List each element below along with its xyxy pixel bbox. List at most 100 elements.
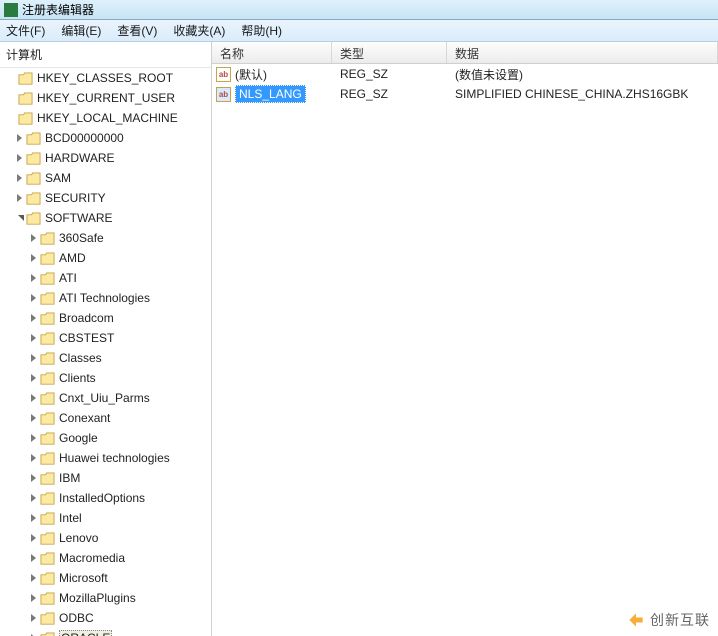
expand-icon[interactable]	[28, 293, 39, 304]
node-label: Macromedia	[59, 551, 125, 565]
node-label: MozillaPlugins	[59, 591, 136, 605]
menu-view[interactable]: 查看(V)	[117, 22, 157, 39]
menu-file[interactable]: 文件(F)	[6, 22, 45, 39]
expand-icon[interactable]	[28, 473, 39, 484]
value-type-cell: REG_SZ	[332, 87, 447, 101]
tree-node[interactable]: Broadcom	[0, 308, 211, 328]
node-label: Lenovo	[59, 531, 98, 545]
expand-icon[interactable]	[14, 153, 25, 164]
expand-icon[interactable]	[28, 493, 39, 504]
list-row[interactable]: ab(默认)REG_SZ(数值未设置)	[212, 64, 718, 84]
tree-node[interactable]: Macromedia	[0, 548, 211, 568]
tree-node[interactable]: SAM	[0, 168, 211, 188]
collapse-icon[interactable]	[14, 213, 25, 224]
folder-icon	[26, 172, 41, 185]
node-label: Cnxt_Uiu_Parms	[59, 391, 150, 405]
menu-favorites[interactable]: 收藏夹(A)	[173, 22, 225, 39]
tree-node[interactable]: Microsoft	[0, 568, 211, 588]
tree-node[interactable]: HARDWARE	[0, 148, 211, 168]
tree-node[interactable]: MozillaPlugins	[0, 588, 211, 608]
tree-node[interactable]: ATI Technologies	[0, 288, 211, 308]
expand-icon[interactable]	[14, 173, 25, 184]
expand-icon[interactable]	[28, 413, 39, 424]
tree-node[interactable]: Conexant	[0, 408, 211, 428]
expand-icon[interactable]	[28, 553, 39, 564]
folder-icon	[40, 352, 55, 365]
app-icon	[4, 3, 18, 17]
title-bar: 注册表编辑器	[0, 0, 718, 20]
folder-icon	[40, 272, 55, 285]
folder-icon	[40, 512, 55, 525]
tree-node[interactable]: ATI	[0, 268, 211, 288]
expand-icon[interactable]	[28, 233, 39, 244]
tree-node[interactable]: ODBC	[0, 608, 211, 628]
tree-node[interactable]: SECURITY	[0, 188, 211, 208]
node-label: Google	[59, 431, 98, 445]
tree-node[interactable]: 360Safe	[0, 228, 211, 248]
expand-icon[interactable]	[28, 353, 39, 364]
tree-node[interactable]: Lenovo	[0, 528, 211, 548]
expand-icon[interactable]	[28, 313, 39, 324]
value-data-cell: (数值未设置)	[447, 66, 718, 83]
window-title: 注册表编辑器	[22, 1, 94, 18]
node-label: SOFTWARE	[45, 211, 113, 225]
node-label: ATI Technologies	[59, 291, 150, 305]
tree-node-hklm[interactable]: HKEY_LOCAL_MACHINE	[0, 108, 211, 128]
tree-node[interactable]: Clients	[0, 368, 211, 388]
tree-node[interactable]: Huawei technologies	[0, 448, 211, 468]
node-label: ODBC	[59, 611, 94, 625]
folder-icon	[40, 592, 55, 605]
list-header: 名称 类型 数据	[212, 42, 718, 64]
tree-node[interactable]: SOFTWARE	[0, 208, 211, 228]
folder-icon	[40, 332, 55, 345]
expand-icon[interactable]	[28, 513, 39, 524]
expand-icon[interactable]	[28, 333, 39, 344]
menu-help[interactable]: 帮助(H)	[241, 22, 282, 39]
list-row[interactable]: abNLS_LANGREG_SZSIMPLIFIED CHINESE_CHINA…	[212, 84, 718, 104]
expand-icon[interactable]	[28, 633, 39, 636]
tree-node-hkcr[interactable]: HKEY_CLASSES_ROOT	[0, 68, 211, 88]
tree-node[interactable]: AMD	[0, 248, 211, 268]
folder-icon	[18, 112, 33, 125]
expand-icon[interactable]	[28, 433, 39, 444]
column-name[interactable]: 名称	[212, 42, 332, 63]
column-type[interactable]: 类型	[332, 42, 447, 63]
expand-icon[interactable]	[28, 373, 39, 384]
expand-icon[interactable]	[28, 453, 39, 464]
expand-icon[interactable]	[28, 533, 39, 544]
expand-icon[interactable]	[28, 273, 39, 284]
node-label: BCD00000000	[45, 131, 124, 145]
tree-node-hkcu[interactable]: HKEY_CURRENT_USER	[0, 88, 211, 108]
folder-icon	[40, 312, 55, 325]
folder-icon	[40, 532, 55, 545]
tree-node[interactable]: Google	[0, 428, 211, 448]
expand-icon[interactable]	[28, 253, 39, 264]
tree-node[interactable]: BCD00000000	[0, 128, 211, 148]
column-data[interactable]: 数据	[447, 42, 718, 63]
folder-icon	[18, 92, 33, 105]
expand-icon[interactable]	[28, 393, 39, 404]
folder-icon	[26, 132, 41, 145]
tree-pane[interactable]: 计算机 HKEY_CLASSES_ROOT HKEY_CURRENT_USER …	[0, 42, 212, 636]
node-label: Clients	[59, 371, 96, 385]
tree-node[interactable]: InstalledOptions	[0, 488, 211, 508]
folder-icon	[40, 632, 55, 636]
tree-node[interactable]: Cnxt_Uiu_Parms	[0, 388, 211, 408]
tree-node[interactable]: ORACLE	[0, 628, 211, 636]
expand-icon[interactable]	[14, 133, 25, 144]
node-label: HKEY_CLASSES_ROOT	[37, 71, 173, 85]
expand-icon[interactable]	[14, 193, 25, 204]
menu-edit[interactable]: 编辑(E)	[61, 22, 101, 39]
node-label: AMD	[59, 251, 86, 265]
node-label: HKEY_LOCAL_MACHINE	[37, 111, 178, 125]
tree-node[interactable]: CBSTEST	[0, 328, 211, 348]
tree-node[interactable]: Classes	[0, 348, 211, 368]
tree-node[interactable]: IBM	[0, 468, 211, 488]
tree-node[interactable]: Intel	[0, 508, 211, 528]
tree-root[interactable]: 计算机	[0, 42, 211, 68]
expand-icon[interactable]	[28, 613, 39, 624]
expand-icon[interactable]	[28, 593, 39, 604]
folder-icon	[26, 152, 41, 165]
folder-icon	[40, 572, 55, 585]
expand-icon[interactable]	[28, 573, 39, 584]
